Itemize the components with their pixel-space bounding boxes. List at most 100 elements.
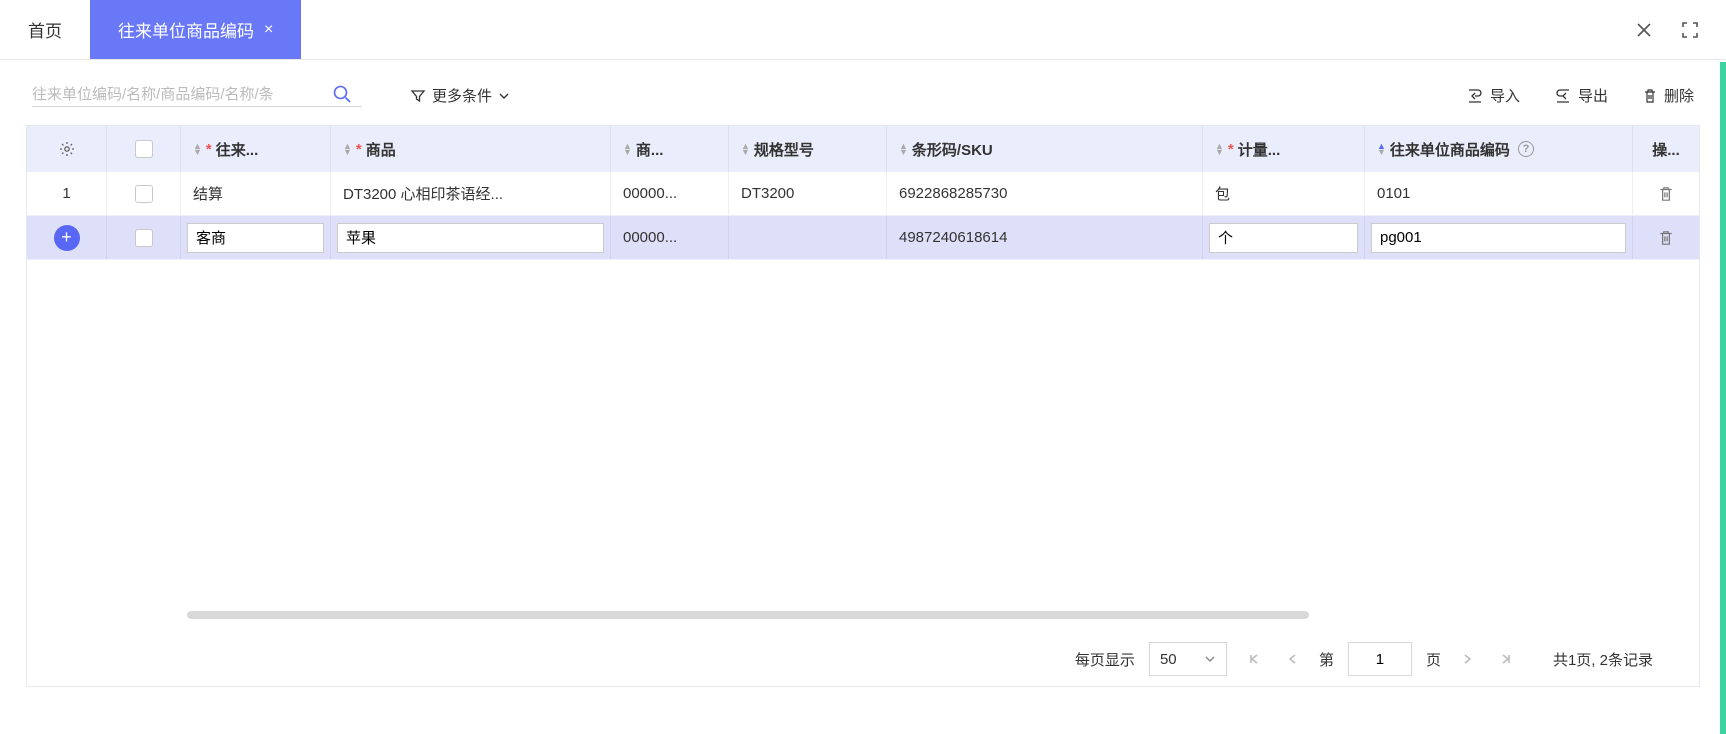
row-delete-button[interactable] — [1657, 185, 1675, 203]
tab-home[interactable]: 首页 — [0, 0, 90, 59]
cell-unit — [1203, 216, 1365, 259]
more-filter-button[interactable]: 更多条件 — [410, 85, 510, 106]
cell-barcode: 6922868285730 — [887, 172, 1203, 215]
x-icon — [1635, 21, 1653, 39]
product-input[interactable] — [337, 223, 604, 253]
more-filter-label: 更多条件 — [432, 85, 492, 106]
th-op: 操... — [1633, 126, 1699, 172]
page-prefix-label: 第 — [1319, 649, 1334, 670]
table-head: ▲▼ * 往来... ▲▼ * 商品 ▲▼ 商... ▲▼ 规格型号 ▲▼ 条形… — [27, 126, 1699, 172]
cell-partner — [181, 216, 331, 259]
search-wrap — [32, 84, 362, 107]
th-product[interactable]: ▲▼ * 商品 — [331, 126, 611, 172]
chevron-down-icon — [498, 90, 510, 102]
close-all-tabs-button[interactable] — [1632, 18, 1656, 42]
help-icon[interactable]: ? — [1518, 141, 1534, 157]
delete-button[interactable]: 删除 — [1642, 85, 1694, 106]
th-barcode-label: 条形码/SKU — [912, 139, 993, 160]
export-icon — [1554, 87, 1572, 105]
cell-partnersku[interactable]: 0101 — [1365, 172, 1633, 215]
scrollbar-track — [187, 611, 1539, 619]
th-barcode[interactable]: ▲▼ 条形码/SKU — [887, 126, 1203, 172]
table-body: 1 结算 DT3200 心相印茶语经... 00000... DT3200 69… — [27, 172, 1699, 604]
cell-partnersku — [1365, 216, 1633, 259]
cell-product[interactable]: DT3200 心相印茶语经... — [331, 172, 611, 215]
delete-label: 删除 — [1664, 85, 1694, 106]
th-checkbox[interactable] — [107, 126, 181, 172]
import-label: 导入 — [1490, 85, 1520, 106]
th-partnersku-label: 往来单位商品编码 — [1390, 139, 1510, 160]
th-partnersku[interactable]: ▲▼ 往来单位商品编码 ? — [1365, 126, 1633, 172]
close-icon[interactable]: × — [264, 21, 273, 39]
sort-icon: ▲▼ — [193, 143, 202, 155]
sort-icon: ▲▼ — [1215, 143, 1224, 155]
partner-input[interactable] — [187, 223, 324, 253]
trash-icon — [1642, 88, 1658, 104]
page-size-select[interactable]: 50 — [1149, 642, 1227, 676]
table: ▲▼ * 往来... ▲▼ * 商品 ▲▼ 商... ▲▼ 规格型号 ▲▼ 条形… — [26, 125, 1700, 687]
filter-icon — [410, 88, 426, 104]
scrollbar-thumb[interactable] — [187, 611, 1309, 619]
add-row-button[interactable]: + — [54, 225, 80, 251]
gear-icon — [58, 140, 76, 158]
required-icon: * — [206, 141, 212, 158]
cell-spec: DT3200 — [729, 172, 887, 215]
search-icon[interactable] — [332, 84, 352, 104]
prev-page-button[interactable] — [1281, 653, 1305, 665]
fullscreen-button[interactable] — [1678, 18, 1702, 42]
next-page-button[interactable] — [1455, 653, 1479, 665]
table-row[interactable]: + 00000... 4987240618614 — [27, 216, 1699, 260]
th-spec-label: 规格型号 — [754, 139, 814, 160]
search-input[interactable] — [32, 86, 332, 103]
unit-input[interactable] — [1209, 223, 1358, 253]
fullscreen-icon — [1681, 21, 1699, 39]
required-icon: * — [356, 141, 362, 158]
import-button[interactable]: 导入 — [1466, 85, 1520, 106]
cell-index: + — [27, 216, 107, 259]
cell-unit[interactable]: 包 — [1203, 172, 1365, 215]
cell-pcode: 00000... — [611, 216, 729, 259]
cell-product — [331, 216, 611, 259]
export-label: 导出 — [1578, 85, 1608, 106]
pager-summary: 共1页, 2条记录 — [1553, 649, 1653, 670]
cell-op — [1633, 216, 1699, 259]
cell-pcode: 00000... — [611, 172, 729, 215]
th-partner[interactable]: ▲▼ * 往来... — [181, 126, 331, 172]
checkbox-all[interactable] — [135, 140, 153, 158]
th-unit[interactable]: ▲▼ * 计量... — [1203, 126, 1365, 172]
horizontal-scrollbar[interactable] — [27, 608, 1699, 622]
row-checkbox[interactable] — [135, 185, 153, 203]
row-checkbox[interactable] — [135, 229, 153, 247]
chevron-down-icon — [1204, 653, 1216, 665]
right-edge-accent — [1720, 62, 1726, 734]
export-button[interactable]: 导出 — [1554, 85, 1608, 106]
th-pcode[interactable]: ▲▼ 商... — [611, 126, 729, 172]
cell-spec — [729, 216, 887, 259]
th-partner-label: 往来... — [216, 139, 259, 160]
th-spec[interactable]: ▲▼ 规格型号 — [729, 126, 887, 172]
tab-partner-sku[interactable]: 往来单位商品编码 × — [90, 0, 301, 59]
sort-icon: ▲▼ — [623, 143, 632, 155]
th-product-label: 商品 — [366, 139, 396, 160]
tabs-right — [1632, 0, 1726, 59]
toolbar-right: 导入 导出 删除 — [1466, 85, 1694, 106]
sort-icon: ▲▼ — [343, 143, 352, 155]
cell-partner[interactable]: 结算 — [181, 172, 331, 215]
page-size-value: 50 — [1160, 651, 1177, 668]
th-unit-label: 计量... — [1238, 139, 1281, 160]
per-page-label: 每页显示 — [1075, 649, 1135, 670]
th-settings[interactable] — [27, 126, 107, 172]
last-page-button[interactable] — [1493, 652, 1519, 666]
cell-op — [1633, 172, 1699, 215]
row-delete-button[interactable] — [1657, 229, 1675, 247]
trash-icon — [1657, 229, 1675, 247]
first-page-button[interactable] — [1241, 652, 1267, 666]
th-op-label: 操... — [1652, 139, 1680, 160]
import-icon — [1466, 87, 1484, 105]
partnersku-input[interactable] — [1371, 223, 1626, 253]
table-row[interactable]: 1 结算 DT3200 心相印茶语经... 00000... DT3200 69… — [27, 172, 1699, 216]
page-number-input[interactable] — [1348, 642, 1412, 676]
cell-checkbox — [107, 172, 181, 215]
cell-checkbox — [107, 216, 181, 259]
toolbar: 更多条件 导入 导出 删除 — [0, 60, 1726, 125]
